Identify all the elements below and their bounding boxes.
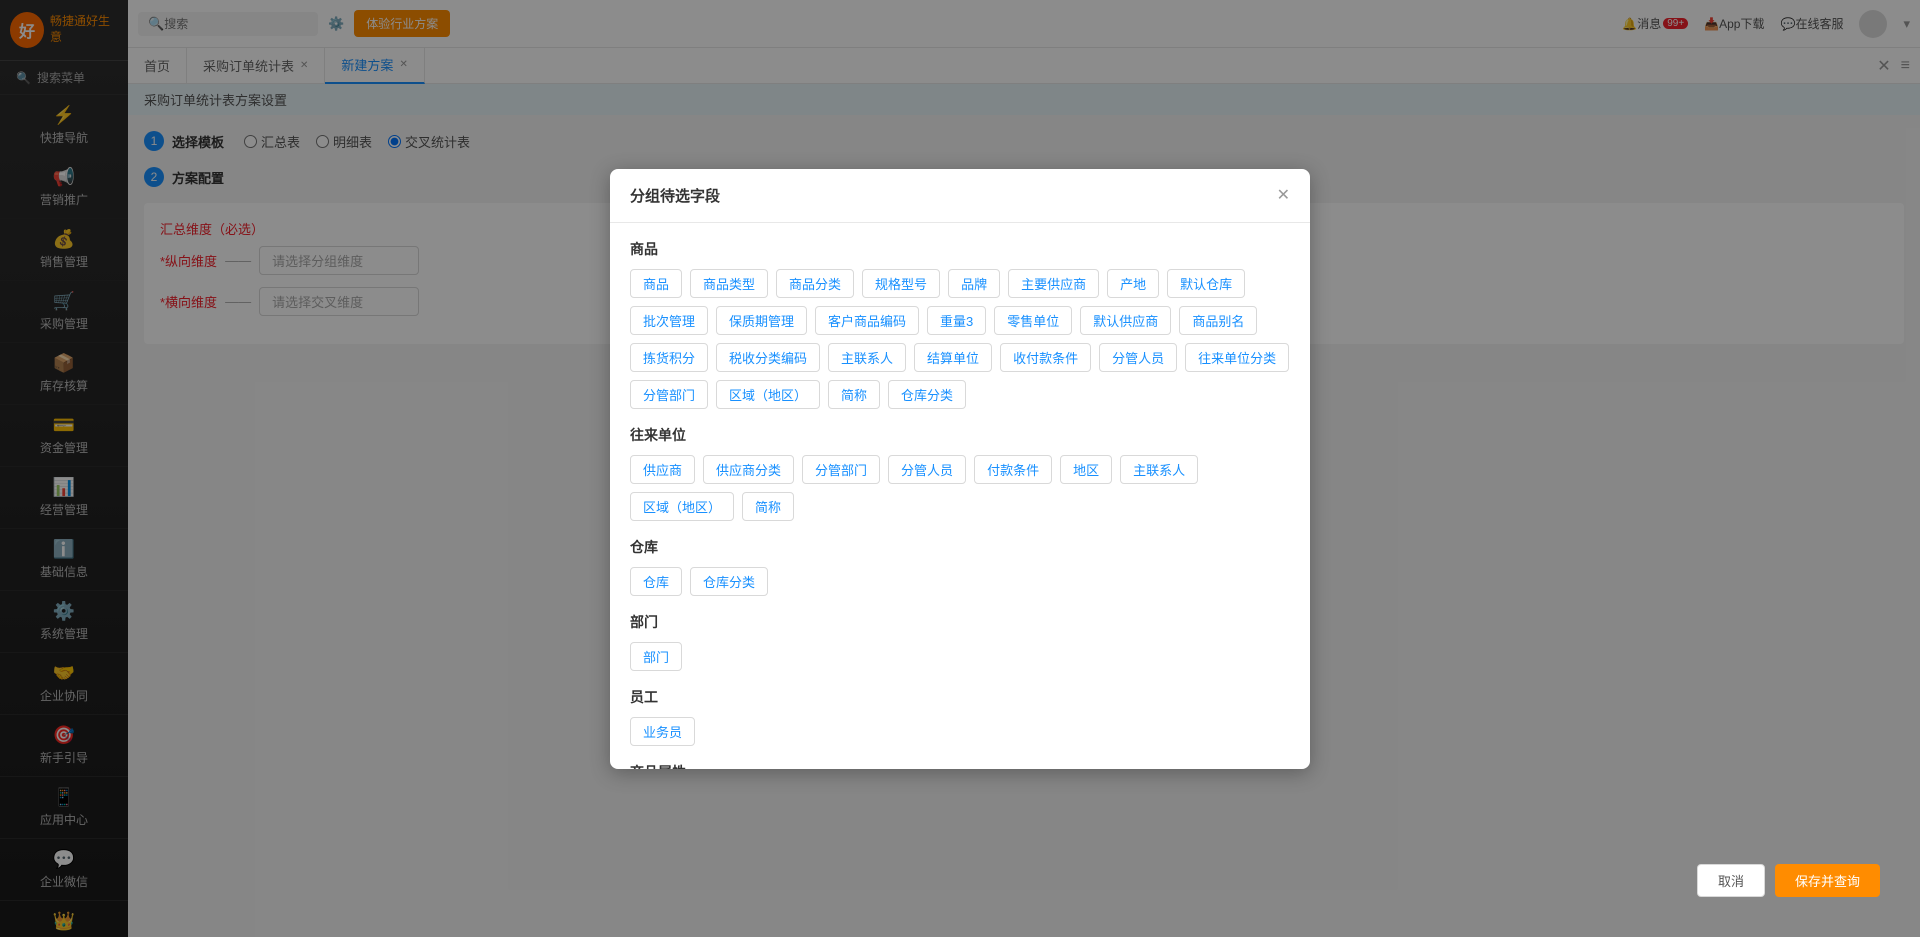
cancel-button[interactable]: 取消 xyxy=(1697,864,1765,897)
field-grid-employee: 业务员 xyxy=(630,717,1290,746)
field-grid-goods: 商品商品类型商品分类规格型号品牌主要供应商产地默认仓库批次管理保质期管理客户商品… xyxy=(630,269,1290,409)
field-tag-零售单位[interactable]: 零售单位 xyxy=(994,306,1072,335)
field-tag-默认仓库[interactable]: 默认仓库 xyxy=(1167,269,1245,298)
field-tag-拣货积分[interactable]: 拣货积分 xyxy=(630,343,708,372)
modal-footer: 取消 保存并查询 xyxy=(1697,864,1880,897)
modal-title: 分组待选字段 xyxy=(630,185,720,206)
field-tag-批次管理[interactable]: 批次管理 xyxy=(630,306,708,335)
field-tag-商品分类[interactable]: 商品分类 xyxy=(776,269,854,298)
confirm-button[interactable]: 保存并查询 xyxy=(1775,864,1880,897)
field-tag-供应商分类[interactable]: 供应商分类 xyxy=(703,455,794,484)
field-tag-客户商品编码[interactable]: 客户商品编码 xyxy=(815,306,919,335)
field-tag-仓库分类[interactable]: 仓库分类 xyxy=(690,567,768,596)
field-tag-主联系人[interactable]: 主联系人 xyxy=(828,343,906,372)
modal-header: 分组待选字段 ✕ xyxy=(610,169,1310,223)
field-tag-业务员[interactable]: 业务员 xyxy=(630,717,695,746)
field-tag-结算单位[interactable]: 结算单位 xyxy=(914,343,992,372)
field-grid-department: 部门 xyxy=(630,642,1290,671)
field-tag-分管人员[interactable]: 分管人员 xyxy=(1099,343,1177,372)
field-tag-品牌[interactable]: 品牌 xyxy=(948,269,1000,298)
field-tag-简称[interactable]: 简称 xyxy=(742,492,794,521)
field-selection-modal: 分组待选字段 ✕ 商品商品商品类型商品分类规格型号品牌主要供应商产地默认仓库批次… xyxy=(610,169,1310,769)
section-title-warehouse: 仓库 xyxy=(630,537,1290,557)
field-tag-供应商[interactable]: 供应商 xyxy=(630,455,695,484)
field-tag-分管部门[interactable]: 分管部门 xyxy=(802,455,880,484)
section-title-goods-attr: 商品属性 xyxy=(630,762,1290,769)
modal-close-btn[interactable]: ✕ xyxy=(1277,185,1290,205)
field-tag-默认供应商[interactable]: 默认供应商 xyxy=(1080,306,1171,335)
section-title-employee: 员工 xyxy=(630,687,1290,707)
field-tag-往来单位分类[interactable]: 往来单位分类 xyxy=(1185,343,1289,372)
field-tag-仓库分类[interactable]: 仓库分类 xyxy=(888,380,966,409)
field-grid-warehouse: 仓库仓库分类 xyxy=(630,567,1290,596)
field-grid-partner: 供应商供应商分类分管部门分管人员付款条件地区主联系人区域（地区） 简称 xyxy=(630,455,1290,521)
field-tag-保质期管理[interactable]: 保质期管理 xyxy=(716,306,807,335)
modal-body[interactable]: 商品商品商品类型商品分类规格型号品牌主要供应商产地默认仓库批次管理保质期管理客户… xyxy=(610,223,1310,769)
field-tag-付款条件[interactable]: 付款条件 xyxy=(974,455,1052,484)
field-tag-主要供应商[interactable]: 主要供应商 xyxy=(1008,269,1099,298)
field-tag-仓库[interactable]: 仓库 xyxy=(630,567,682,596)
field-tag-规格型号[interactable]: 规格型号 xyxy=(862,269,940,298)
field-tag-区域（地区）[interactable]: 区域（地区） xyxy=(630,492,734,521)
field-tag-主联系人[interactable]: 主联系人 xyxy=(1120,455,1198,484)
field-tag-商品[interactable]: 商品 xyxy=(630,269,682,298)
field-tag-地区[interactable]: 地区 xyxy=(1060,455,1112,484)
field-tag-部门[interactable]: 部门 xyxy=(630,642,682,671)
section-title-partner: 往来单位 xyxy=(630,425,1290,445)
field-tag-收付款条件[interactable]: 收付款条件 xyxy=(1000,343,1091,372)
field-tag-区域（地区）[interactable]: 区域（地区） xyxy=(716,380,820,409)
section-title-department: 部门 xyxy=(630,612,1290,632)
field-tag-税收分类编码[interactable]: 税收分类编码 xyxy=(716,343,820,372)
field-tag-商品类型[interactable]: 商品类型 xyxy=(690,269,768,298)
field-tag-重量3[interactable]: 重量3 xyxy=(927,306,986,335)
field-tag-简称[interactable]: 简称 xyxy=(828,380,880,409)
field-tag-商品别名[interactable]: 商品别名 xyxy=(1179,306,1257,335)
field-tag-分管人员[interactable]: 分管人员 xyxy=(888,455,966,484)
field-tag-产地[interactable]: 产地 xyxy=(1107,269,1159,298)
section-title-goods: 商品 xyxy=(630,239,1290,259)
field-tag-分管部门[interactable]: 分管部门 xyxy=(630,380,708,409)
